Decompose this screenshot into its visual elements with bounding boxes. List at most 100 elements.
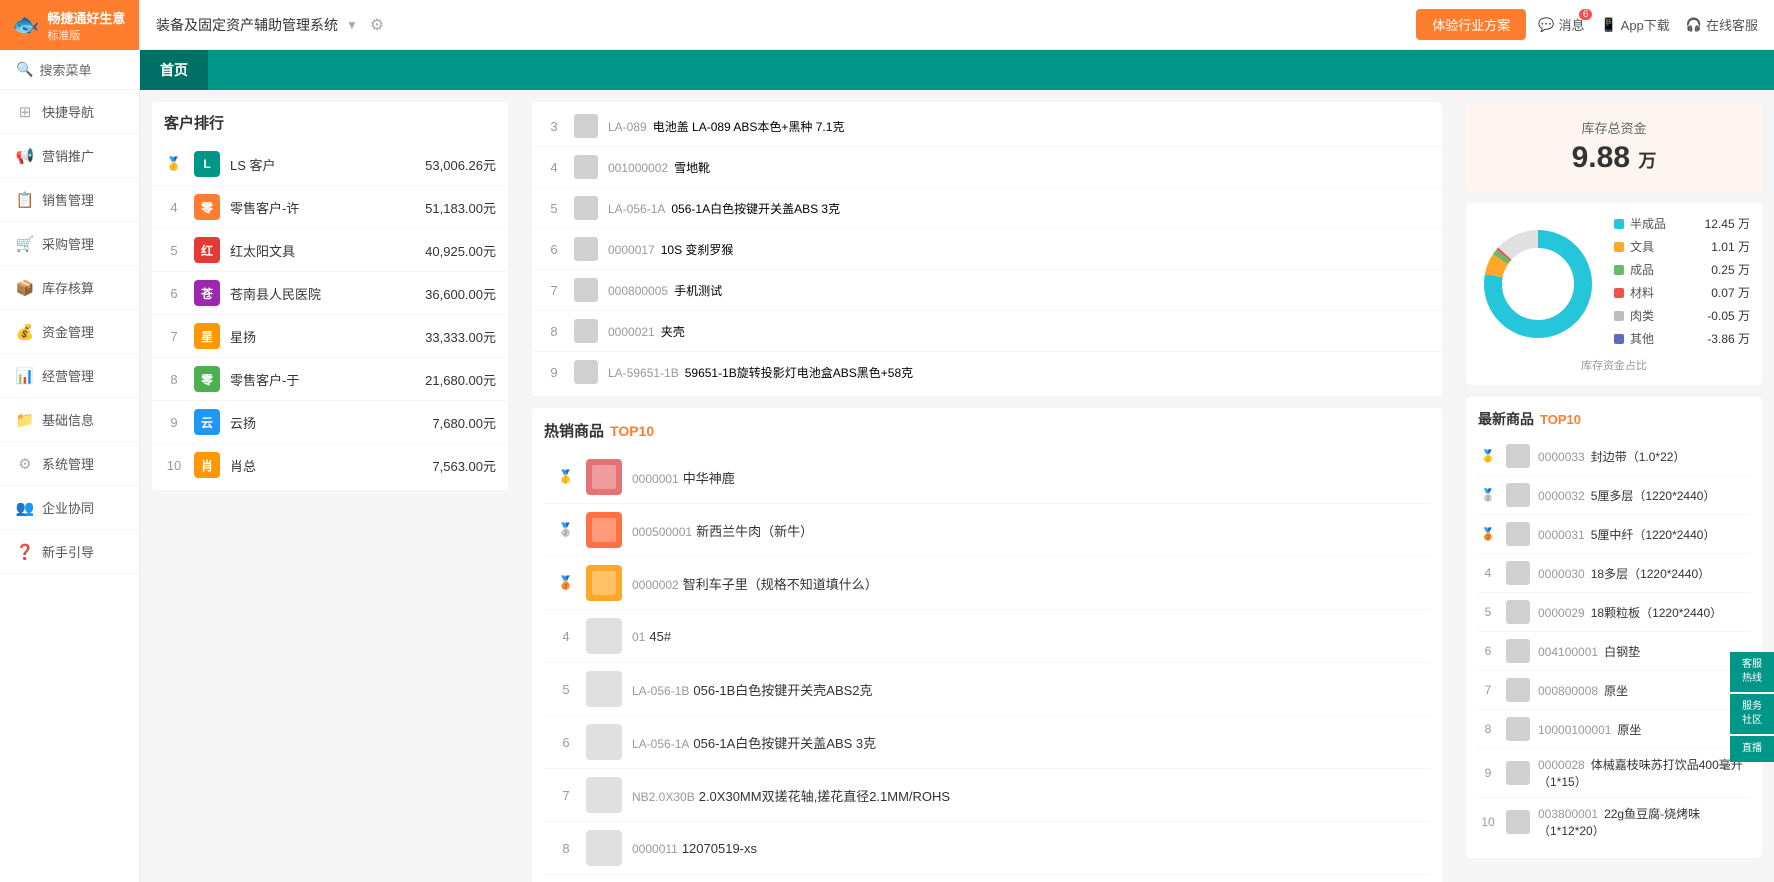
hot-right-product-info: LA-056-1A056-1A白色按键开关盖ABS 3克: [608, 200, 840, 217]
message-button[interactable]: 💬 消息 6: [1538, 15, 1584, 34]
rank-avatar: 红: [194, 237, 220, 263]
hot-product-img: [586, 565, 622, 601]
hot-product-right-item: 80000021夹壳: [532, 311, 1442, 352]
rank-customer-name: 零售客户-许: [230, 198, 415, 217]
operations-label: 经营管理: [42, 366, 94, 385]
donut-svg: [1478, 224, 1598, 344]
rank-medal: 🥇: [166, 156, 182, 171]
inventory-nav-icon: 📦: [16, 279, 34, 297]
new-products-badge: TOP10: [1540, 412, 1581, 427]
app-download-button[interactable]: 📱 App下载: [1600, 15, 1669, 34]
rank-item: 7星星扬33,333.00元: [152, 315, 508, 358]
app-logo: 🐟 畅捷通好生意 标准版: [0, 0, 139, 50]
sidebar-item-finance[interactable]: 💰 资金管理: [0, 310, 139, 354]
new-product-img: [1506, 678, 1530, 702]
new-product-rank: 9: [1478, 766, 1498, 780]
marketing-label: 营销推广: [42, 146, 94, 165]
new-product-img: [1506, 444, 1530, 468]
customer-ranking-header: 客户排行: [152, 102, 508, 139]
finance-label: 资金管理: [42, 322, 94, 341]
rank-avatar: L: [194, 151, 220, 177]
float-customer-service[interactable]: 客服 热线: [1730, 652, 1774, 692]
new-product-info: 0000028体械嘉枝味苏打饮品400毫升（1*15）: [1538, 756, 1750, 790]
hot-product-rank: 🥉: [556, 575, 576, 591]
system-name: 装备及固定资产辅助管理系统: [156, 15, 338, 35]
hot-right-product-info: LA-089电池盖 LA-089 ABS本色+黑种 7.1克: [608, 118, 844, 135]
new-product-img: [1506, 522, 1530, 546]
search-menu[interactable]: 🔍 搜索菜单: [0, 50, 139, 90]
tab-home[interactable]: 首页: [140, 50, 208, 90]
float-community[interactable]: 服务 社区: [1730, 694, 1774, 734]
legend-value: -3.86 万: [1707, 330, 1750, 347]
sidebar-item-collab[interactable]: 👥 企业协同: [0, 486, 139, 530]
basic-info-icon: 📁: [16, 411, 34, 429]
rank-customer-name: LS 客户: [230, 155, 415, 174]
sidebar-item-operations[interactable]: 📊 经营管理: [0, 354, 139, 398]
sidebar-item-sales[interactable]: 📋 销售管理: [0, 178, 139, 222]
try-plan-button[interactable]: 体验行业方案: [1416, 9, 1526, 40]
search-label: 搜索菜单: [39, 60, 91, 79]
sidebar-item-guide[interactable]: ❓ 新手引导: [0, 530, 139, 574]
online-service-button[interactable]: 🎧 在线客服: [1686, 15, 1758, 34]
hot-product-rank: 4: [556, 629, 576, 644]
hot-product-info: 0145#: [632, 629, 671, 644]
new-product-info: 000003018多层（1220*2440）: [1538, 565, 1750, 582]
legend-dot: [1614, 311, 1624, 321]
new-product-img: [1506, 761, 1530, 785]
hot-right-rank: 5: [544, 201, 564, 216]
new-product-img: [1506, 639, 1530, 663]
new-product-rank: 4: [1478, 566, 1498, 580]
system-icon: ⚙: [16, 455, 34, 473]
rank-avatar: 苍: [194, 280, 220, 306]
new-product-item: 9 0000028体械嘉枝味苏打饮品400毫升（1*15）: [1478, 749, 1750, 798]
gear-icon[interactable]: ⚙: [370, 15, 384, 35]
new-product-info: 000002918颗粒板（1220*2440）: [1538, 604, 1750, 621]
legend-dot: [1614, 288, 1624, 298]
hot-product-item: 8000001112070519-xs: [544, 822, 1430, 875]
new-products-list: 🥇0000033封边带（1.0*22）🥈00000325厘多层（1220*244…: [1478, 437, 1750, 846]
chart-section: 半成品 12.45 万 文具 1.01 万 成品 0.25 万 材料 0.07 …: [1466, 203, 1762, 385]
hot-product-item: 🥈000500001新西兰牛肉（新牛）: [544, 504, 1430, 557]
legend-item: 半成品 12.45 万: [1614, 215, 1750, 232]
hot-product-item: 7NB2.0X30B2.0X30MM双搓花轴,搓花直径2.1MM/ROHS: [544, 769, 1430, 822]
app-download-label: App下载: [1621, 15, 1670, 34]
hot-product-item: 🥉0000002智利车子里（规格不知道填什么）: [544, 557, 1430, 610]
hot-products-header: 热销商品 TOP10: [544, 420, 1430, 441]
sidebar-item-quick-nav[interactable]: ⊞ 快捷导航: [0, 90, 139, 134]
rank-amount: 51,183.00元: [425, 198, 496, 217]
quick-nav-icon: ⊞: [16, 103, 34, 121]
hot-right-rank: 7: [544, 283, 564, 298]
hot-product-rank: 🥇: [556, 469, 576, 485]
legend-dot: [1614, 219, 1624, 229]
sidebar-item-inventory[interactable]: 📦 库存核算: [0, 266, 139, 310]
hot-product-right-item: 6000001710S 变刹罗猴: [532, 229, 1442, 270]
hot-products-title: 热销商品: [544, 420, 604, 441]
system-selector[interactable]: 装备及固定资产辅助管理系统 ▼ ⚙: [156, 15, 1404, 35]
inventory-display: 9.88 万: [1482, 141, 1746, 175]
rank-amount: 33,333.00元: [425, 327, 496, 346]
sidebar-item-marketing[interactable]: 📢 营销推广: [0, 134, 139, 178]
new-product-rank: 🥉: [1478, 527, 1498, 541]
hot-product-img: [586, 724, 622, 760]
new-product-rank: 5: [1478, 605, 1498, 619]
chart-legend: 半成品 12.45 万 文具 1.01 万 成品 0.25 万 材料 0.07 …: [1614, 215, 1750, 353]
new-product-rank: 🥈: [1478, 488, 1498, 502]
new-product-item: 6004100001白钢垫: [1478, 632, 1750, 671]
right-panel: 库存总资金 9.88 万: [1454, 90, 1774, 882]
hot-products-badge: TOP10: [610, 423, 654, 439]
sidebar-item-purchase[interactable]: 🛒 采购管理: [0, 222, 139, 266]
hot-right-product-info: LA-59651-1B59651-1B旋转投影灯电池盒ABS黑色+58克: [608, 364, 913, 381]
hot-product-item: 6LA-056-1A056-1A白色按键开关盖ABS 3克: [544, 716, 1430, 769]
new-products-header: 最新商品 TOP10: [1478, 409, 1750, 429]
hot-product-info: 000500001新西兰牛肉（新牛）: [632, 521, 813, 540]
hot-product-img: [586, 459, 622, 495]
app-name: 畅捷通好生意: [47, 8, 125, 27]
sidebar-item-basic-info[interactable]: 📁 基础信息: [0, 398, 139, 442]
sidebar-item-system[interactable]: ⚙ 系统管理: [0, 442, 139, 486]
float-live[interactable]: 直播: [1730, 736, 1774, 762]
hot-product-info: LA-056-1A056-1A白色按键开关盖ABS 3克: [632, 733, 876, 752]
phone-icon: 📱: [1600, 17, 1616, 33]
inventory-title: 库存总资金: [1482, 118, 1746, 137]
hot-right-product-info: 001000002雪地靴: [608, 159, 710, 176]
new-product-info: 00000325厘多层（1220*2440）: [1538, 487, 1750, 504]
